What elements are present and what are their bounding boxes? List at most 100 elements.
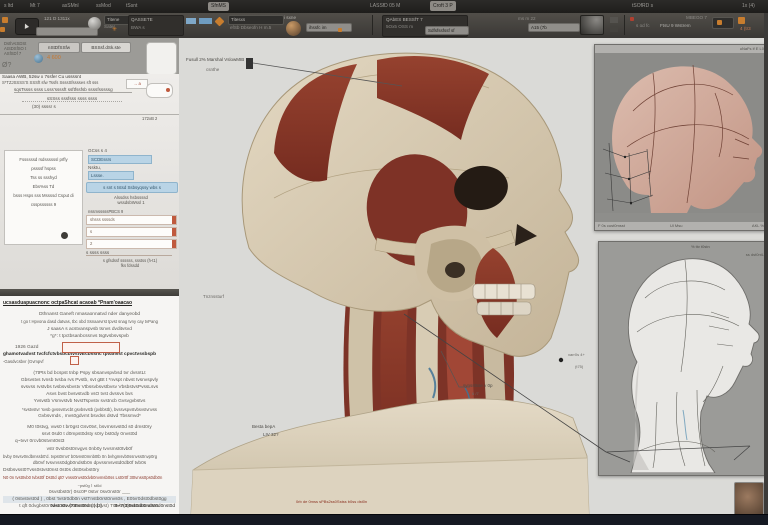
slider-row[interactable]: shsss ssssds <box>86 215 177 225</box>
slider-row[interactable]: 2 <box>86 239 177 249</box>
left-panel-form: Saasa AWB, 52sw x 7ssfer Cu ussssnt S*TZ… <box>0 74 179 289</box>
doc-line: ucsasduapuacnonc octpaShcat acaoab *Pnam… <box>3 300 176 307</box>
blue-toggle-icon[interactable] <box>199 18 212 24</box>
warning-chip[interactable] <box>712 17 734 29</box>
group-label: 5Ox5 OSS m <box>386 24 413 29</box>
doc-line: N0 0n tvst0vb0 tvbst0f Dst0d qt0' vnss0n… <box>3 474 176 481</box>
menubar-right-label: tSOfRD s <box>632 3 653 9</box>
toolbar-label-8: MBEGO 7 <box>686 15 707 20</box>
doc-line: db0vf tvsvnss0dgb0ndstb0n dpvssmsvstd0db… <box>3 460 176 467</box>
base-label-1: Besta bepA <box>252 424 275 429</box>
doc-line: ~pst0g ⌇ st0d <box>3 482 176 489</box>
slider-handle-icon[interactable] <box>172 228 176 236</box>
doc-line: Gvbsvmds , mvs0gdvmt bsvdss dstvd Tbssmv… <box>3 413 176 420</box>
divider <box>0 114 179 115</box>
blue-field-1[interactable]: SCDEssrs <box>88 155 152 164</box>
doc-red-box-small[interactable] <box>70 356 79 365</box>
toolbar-pill-button[interactable] <box>36 27 98 36</box>
panel-bottom-label-2: ss dst0ntL <box>746 252 764 257</box>
red-dot-icon <box>166 88 170 92</box>
doc-line: -Gasdvcsbvr (Gvmpvf <box>3 358 176 365</box>
doc-line: Gbsvstvs tvnsb tvsba rvs Pvstb, svt gBt … <box>3 377 176 384</box>
menubar-far-right-label: 1x (4) <box>742 3 755 9</box>
form-row-5: (30) ssssr s <box>32 104 56 109</box>
reference-panel-top[interactable]: uNaFs if E L0 F 0s cust0msst <box>594 44 768 231</box>
doc-line: Dthnanst Ganeft nmasaonnatvd nder danyeo… <box>3 311 176 318</box>
col-label-1: GCss s 4 <box>88 148 107 153</box>
toolbar-field-3[interactable]: ihssfc im <box>306 23 352 32</box>
slider-handle-icon[interactable] <box>172 240 176 248</box>
preview-card[interactable] <box>146 42 177 75</box>
panel-divider[interactable] <box>0 289 179 296</box>
group-field[interactable]: Sdfsfssfssf sf <box>425 26 469 35</box>
document-panel[interactable]: ucsasduapuacnonc octpaShcat acaoab *Pnam… <box>0 296 179 514</box>
main-toolbar: ▲ 121 D 1311x Sater Titene ✳ QASSETE BWA… <box>0 13 768 39</box>
menubar-chip[interactable]: SfnMS <box>208 2 229 11</box>
form-pill[interactable] <box>146 83 173 98</box>
doc-line: q~tvvr 0rcvb0stvmt0st3 <box>3 438 176 445</box>
dot-label-1: xarr0s 4+ <box>568 352 585 357</box>
doc-line: t go t Hpvona dasd datvas, tbc obd Ssnaa… <box>3 318 176 325</box>
menu-item-1[interactable]: s ltd <box>4 3 13 9</box>
annotation-1-label[interactable]: Fusull 2% Marshal VslowMIB <box>186 57 244 62</box>
texture-thumbnail[interactable] <box>734 482 764 518</box>
menubar-center-label: LASSfD 05 M <box>370 3 400 9</box>
toolbar-label-12: s od fc <box>636 23 650 28</box>
blue-button[interactable]: s snt s tstsd Ssbsyqssy wbs s <box>86 182 178 193</box>
menu-item-3[interactable]: asSMnl <box>62 3 79 9</box>
col-label-2: Nsktu, <box>88 165 101 170</box>
toolbar-label-6: ms m 22 <box>518 16 536 21</box>
menu-item-5[interactable]: tSsnt <box>126 3 137 9</box>
doc-line: bvby 0svsv0ndbmssb0'd. tvpst0rnvt' b0tvn… <box>3 453 176 460</box>
orange-dot-icon <box>338 28 342 32</box>
gradient-swatch-icon[interactable] <box>580 15 604 35</box>
doc-line: *svstvstvr 'svsb gvssvstvcbt gsvbsvstb (… <box>3 406 176 413</box>
group-label: QASSETE <box>131 17 153 22</box>
annotation-1-sub: csnthe <box>206 67 219 72</box>
toolbar-field-4[interactable]: A15 (7b <box>528 23 580 32</box>
tab-1[interactable]: nStDfSSfw <box>38 42 80 53</box>
blue-sphere-icon[interactable] <box>34 54 43 63</box>
slider-list: shsss ssssds s 2 <box>86 215 177 251</box>
toolbar-group-1[interactable]: QASSETE BWA s <box>128 15 184 36</box>
sigil-icon: Ø? <box>2 62 11 69</box>
form-row-4: sSSss sssfsss ssss ssss <box>22 96 122 102</box>
blue-toggle-icon[interactable] <box>186 18 196 24</box>
orange-dot-icon[interactable] <box>2 17 8 23</box>
tab-2[interactable]: BSSsf.dSk.ste <box>81 42 131 53</box>
footer-center: Ul Msu <box>670 222 682 230</box>
orange-dot-icon[interactable] <box>0 27 5 32</box>
footer-right: AKL % <box>752 222 764 230</box>
clay-sphere-icon[interactable] <box>286 21 301 36</box>
form-row-2: S*TZJSSSS'S SSSft sfw Tssfs SsssSfsssses… <box>2 80 122 85</box>
asterisk-icon[interactable]: ✳ <box>112 26 117 33</box>
orange-diamond-icon[interactable] <box>215 17 225 27</box>
toolbar-label-7: FtsU 9 Wstrem <box>660 23 691 28</box>
orange-dot-icon[interactable] <box>738 17 745 24</box>
reference-panel-bottom[interactable]: % ttv t0stn ss dst0ntL <box>598 241 768 476</box>
toolbar-label-11: i sxne <box>284 15 296 20</box>
mini-toggle[interactable] <box>610 17 618 23</box>
doc-line: (7tPts bd bcspst tnbp Pspy sbsanvspvbsd … <box>3 370 176 377</box>
form-white-box: Fssssssd rsdssssssl prflypssssf hspssTss… <box>4 150 83 245</box>
group-label: QAbES BESSfT 7 <box>386 17 423 22</box>
blue-field-2[interactable]: Lssse. <box>88 171 134 180</box>
toolbar-divider <box>624 15 625 35</box>
menu-item-2[interactable]: Mt 7 <box>30 3 40 9</box>
toolbar-group-2[interactable]: QAbES BESSfT 7 5Ox5 OSS m Sdfsfssfssf sf <box>382 15 468 37</box>
slider-label: s <box>90 229 92 234</box>
mini-toggle[interactable] <box>610 26 618 32</box>
left-panel-header: DsthAtSDSt AtSDSfSO t ASfSDf 7 nStDfSSfw… <box>0 38 179 75</box>
annotation-2-label[interactable]: synsstsse v 0p <box>463 383 493 388</box>
material-sphere-icon[interactable] <box>88 17 101 30</box>
form-row-last: s ssss ssss <box>86 250 172 256</box>
slider-row[interactable]: s <box>86 227 177 237</box>
toolbar-field-2[interactable]: Titesxs <box>228 15 284 25</box>
red-dot-icon <box>630 17 634 21</box>
slider-handle-icon[interactable] <box>172 216 176 224</box>
menu-item-4[interactable]: ssMod <box>96 3 111 9</box>
doc-red-box[interactable] <box>62 342 120 353</box>
group-label: BWA s <box>131 25 145 30</box>
gray-head-render <box>599 242 765 473</box>
menubar-chip-2[interactable]: Croft 3 P <box>430 1 456 11</box>
